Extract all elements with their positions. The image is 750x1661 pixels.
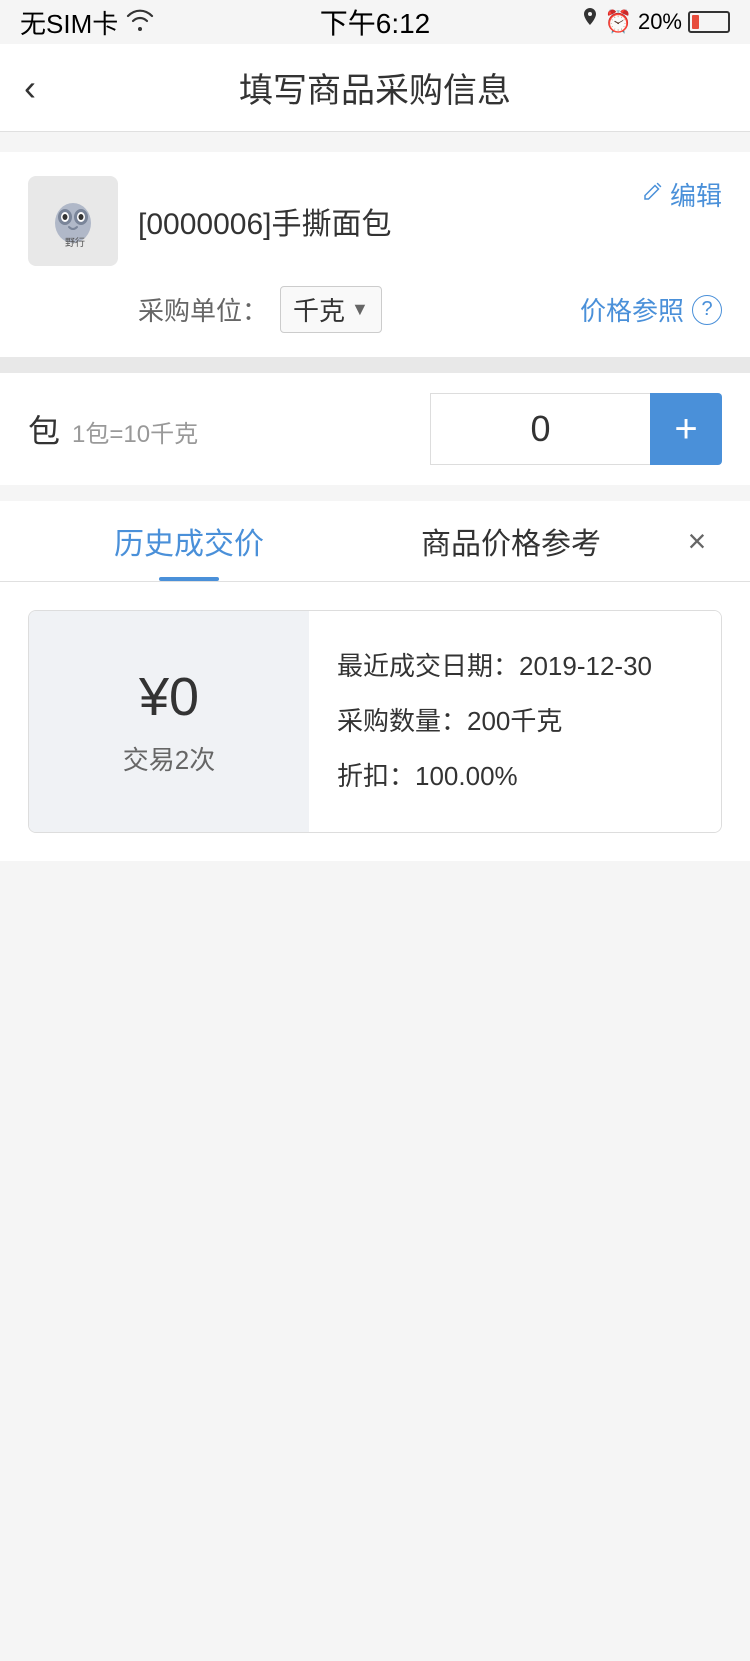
unit-label: 采购单位： (138, 291, 268, 328)
recent-date-label: 最近成交日期： (337, 651, 519, 681)
tab-header: 历史成交价 商品价格参考 × (0, 501, 750, 582)
price-card-right: 最近成交日期：2019-12-30 采购数量：200千克 折扣：100.00% (309, 611, 721, 832)
back-button[interactable]: ‹ (24, 67, 36, 109)
product-image: 野行 (28, 176, 118, 266)
price-card-left: ¥0 交易2次 (29, 611, 309, 832)
unit-select[interactable]: 千克 ▼ (280, 286, 382, 333)
tab-history-price[interactable]: 历史成交价 (28, 501, 350, 581)
section-divider (0, 357, 750, 373)
purchase-qty-row: 采购数量：200千克 (337, 702, 693, 741)
history-content: ¥0 交易2次 最近成交日期：2019-12-30 采购数量：200千克 折扣：… (0, 582, 750, 861)
product-header: 野行 [0000006]手撕面包 编辑 (28, 176, 722, 266)
purchase-qty-label: 采购数量： (337, 706, 467, 736)
quantity-right: + (430, 393, 722, 465)
alarm-icon: ⏰ (605, 9, 632, 35)
product-left: 野行 [0000006]手撕面包 (28, 176, 391, 266)
purchase-qty-value: 200千克 (467, 706, 562, 736)
close-icon: × (688, 523, 707, 560)
status-time: 下午6:12 (320, 2, 431, 42)
help-icon: ? (692, 295, 722, 325)
wifi-icon (126, 7, 154, 38)
quantity-conversion: 1包=10千克 (72, 414, 198, 449)
price-ref-button[interactable]: 价格参照 ? (580, 291, 722, 328)
product-section: 野行 [0000006]手撕面包 编辑 采购单位： 千克 ▼ 价格参照 (0, 152, 750, 357)
tab-price-reference[interactable]: 商品价格参考 (350, 501, 672, 581)
discount-label: 折扣： (337, 761, 415, 791)
status-right: ⏰ 20% (581, 8, 730, 36)
tab-history-label: 历史成交价 (114, 519, 264, 563)
page-title: 填写商品采购信息 (239, 63, 511, 112)
status-bar: 无SIM卡 下午6:12 ⏰ 20% (0, 0, 750, 44)
svg-text:野行: 野行 (65, 236, 85, 249)
recent-date-row: 最近成交日期：2019-12-30 (337, 647, 693, 686)
discount-value: 100.00% (415, 761, 518, 791)
price-amount: ¥0 (139, 666, 199, 728)
price-value: 0 (169, 667, 199, 727)
quantity-plus-button[interactable]: + (650, 393, 722, 465)
quantity-section: 包 1包=10千克 + (0, 373, 750, 485)
tab-reference-label: 商品价格参考 (421, 519, 601, 563)
price-count: 交易2次 (123, 740, 215, 777)
dropdown-icon: ▼ (351, 299, 369, 320)
status-left: 无SIM卡 (20, 4, 154, 41)
unit-value: 千克 (293, 291, 345, 328)
carrier-text: 无SIM卡 (20, 4, 118, 41)
product-name: [0000006]手撕面包 (138, 199, 391, 243)
unit-row-left: 采购单位： 千克 ▼ (28, 286, 382, 333)
price-ref-label: 价格参照 (580, 291, 684, 328)
product-unit-row: 采购单位： 千克 ▼ 价格参照 ? (28, 286, 722, 333)
edit-icon (642, 180, 664, 209)
nav-bar: ‹ 填写商品采购信息 (0, 44, 750, 132)
quantity-left: 包 1包=10千克 (28, 406, 198, 452)
recent-date-value: 2019-12-30 (519, 651, 652, 681)
location-icon (581, 8, 599, 36)
battery-icon (688, 11, 730, 33)
quantity-unit-label: 包 (28, 406, 60, 452)
price-card: ¥0 交易2次 最近成交日期：2019-12-30 采购数量：200千克 折扣：… (28, 610, 722, 833)
price-currency: ¥ (139, 667, 169, 727)
tab-active-indicator (159, 577, 219, 581)
edit-button[interactable]: 编辑 (642, 176, 722, 213)
battery-percent: 20% (638, 9, 682, 35)
tab-section: 历史成交价 商品价格参考 × ¥0 交易2次 最近成交日期：2019-12-30 (0, 501, 750, 861)
discount-row: 折扣：100.00% (337, 757, 693, 796)
tab-close-button[interactable]: × (672, 516, 722, 566)
main-content (0, 861, 750, 1661)
edit-label: 编辑 (670, 176, 722, 213)
plus-icon: + (674, 407, 697, 452)
quantity-input[interactable] (430, 393, 650, 465)
